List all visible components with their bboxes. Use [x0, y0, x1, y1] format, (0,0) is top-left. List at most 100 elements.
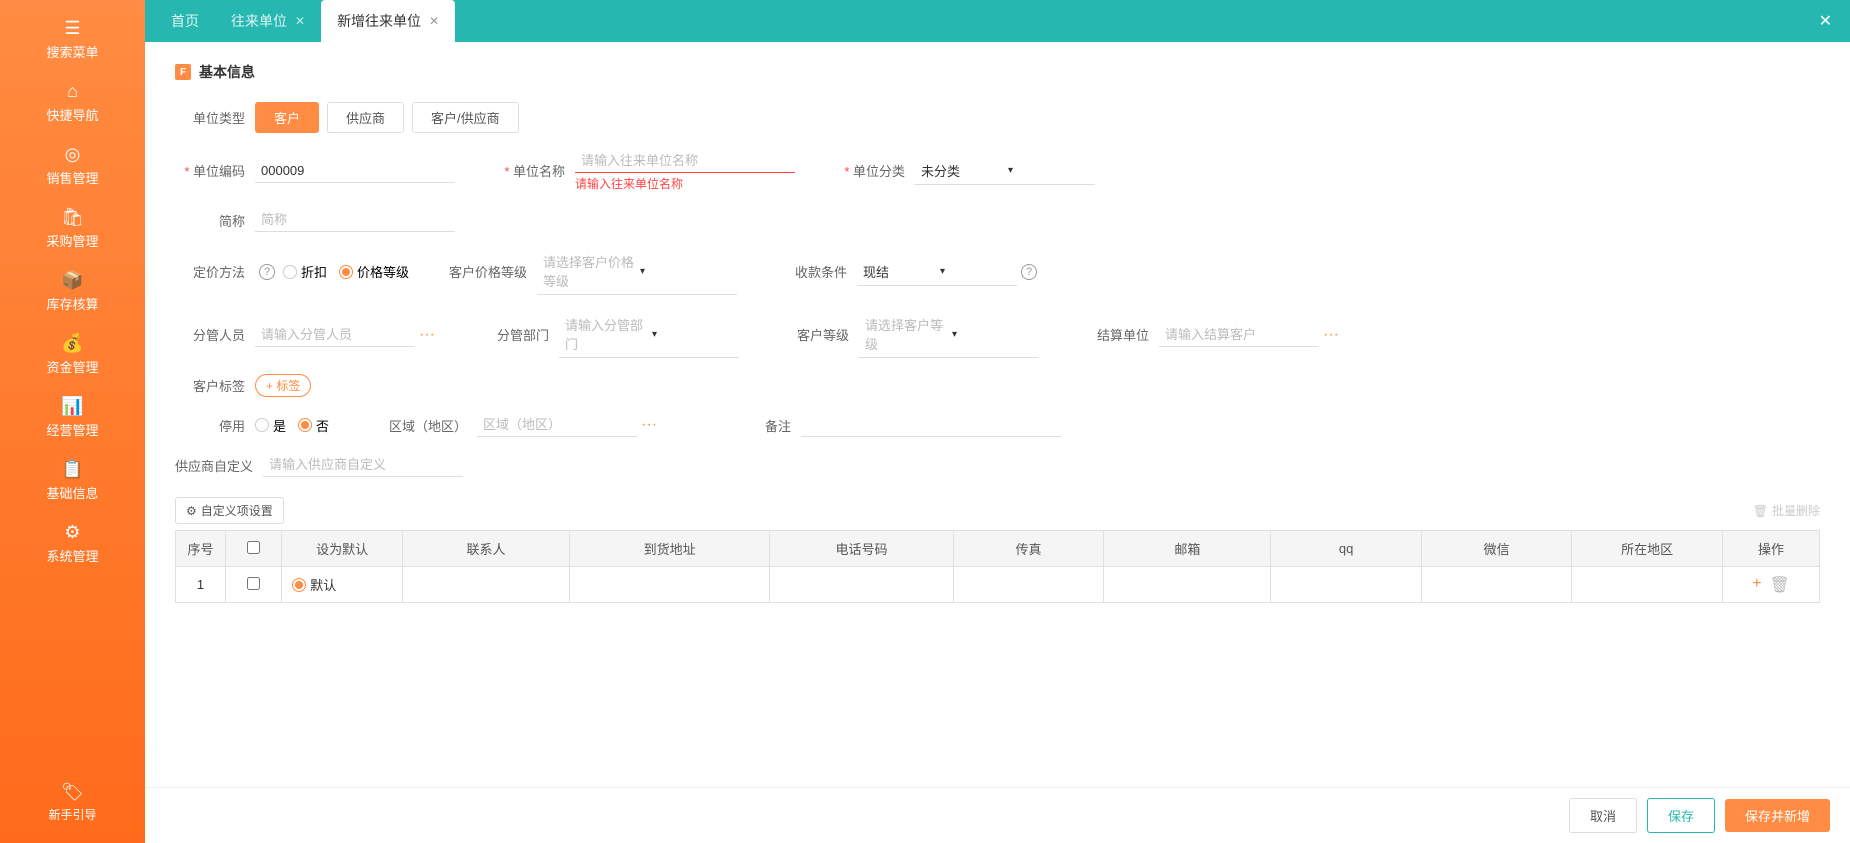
unit-category-value: 未分类 — [921, 161, 1002, 180]
pricing-level-radio[interactable]: 价格等级 — [339, 262, 409, 281]
default-radio[interactable]: 默认 — [292, 575, 392, 594]
unit-name-input[interactable] — [575, 149, 795, 173]
unit-category-chevron: ▾ — [1008, 165, 1089, 176]
row-checkbox[interactable] — [247, 577, 260, 590]
supervisor-input[interactable] — [255, 323, 415, 347]
customer-level-chevron: ▾ — [952, 329, 1033, 340]
sidebar-item-search-menu[interactable]: ☰ 搜索菜单 — [0, 8, 145, 71]
row-qq[interactable] — [1271, 567, 1422, 603]
pricing-method-field: 定价方法 ? 折扣 价格等级 — [175, 262, 409, 281]
payment-terms-field: 收款条件 现结 ▾ ? — [777, 258, 1037, 286]
col-check — [226, 531, 282, 567]
sidebar-item-operations[interactable]: 📊 经营管理 — [0, 386, 145, 449]
row-wechat[interactable] — [1421, 567, 1572, 603]
unit-code-input[interactable] — [255, 159, 455, 183]
email-input[interactable] — [1147, 573, 1227, 596]
sidebar-item-purchase[interactable]: 🛍 采购管理 — [0, 197, 145, 260]
supplier-custom-input[interactable] — [263, 453, 463, 477]
sidebar-item-basic-info[interactable]: 📋 基础信息 — [0, 449, 145, 512]
region-table-input[interactable] — [1612, 573, 1682, 596]
payment-terms-select[interactable]: 现结 ▾ — [857, 258, 1017, 286]
col-no: 序号 — [176, 531, 226, 567]
row-fax[interactable] — [953, 567, 1104, 603]
payment-terms-help-icon[interactable]: ? — [1021, 264, 1037, 280]
sidebar-item-sales[interactable]: ◎ 销售管理 — [0, 134, 145, 197]
pricing-discount-circle — [283, 265, 297, 279]
batch-delete-btn[interactable]: 🗑 批量删除 — [1753, 502, 1820, 519]
supervisor-more-btn[interactable]: ··· — [415, 326, 439, 344]
col-qq: qq — [1271, 531, 1422, 567]
tab-bar-close-button[interactable]: ✕ — [1811, 7, 1840, 35]
unit-category-select[interactable]: 未分类 ▾ — [915, 157, 1095, 185]
supervisor-label: 分管人员 — [175, 325, 255, 344]
cancel-button[interactable]: 取消 — [1569, 798, 1637, 833]
tab-add-partner-close[interactable]: ✕ — [429, 14, 439, 28]
sidebar-item-system[interactable]: ⚙ 系统管理 — [0, 512, 145, 575]
row-default: 默认 — [282, 567, 403, 603]
settlement-unit-input[interactable] — [1159, 323, 1319, 347]
inventory-icon: 📦 — [61, 270, 83, 291]
unit-type-customer-btn[interactable]: 客户 — [255, 102, 319, 133]
default-label: 默认 — [310, 575, 336, 594]
qq-input[interactable] — [1311, 573, 1381, 596]
save-new-button[interactable]: 保存并新增 — [1725, 799, 1830, 832]
sidebar-item-finance[interactable]: 💰 资金管理 — [0, 323, 145, 386]
tab-partner[interactable]: 往来单位 ✕ — [215, 0, 321, 42]
department-select[interactable]: 请输入分管部门 ▾ — [559, 311, 739, 358]
col-default: 设为默认 — [282, 531, 403, 567]
custom-settings-btn[interactable]: ⚙ 自定义项设置 — [175, 497, 284, 524]
disabled-yes-circle — [255, 418, 269, 432]
purchase-icon: 🛍 — [61, 207, 84, 228]
customer-price-chevron: ▾ — [640, 266, 731, 277]
payment-terms-chevron: ▾ — [940, 266, 1011, 277]
save-button[interactable]: 保存 — [1647, 798, 1715, 833]
select-all-checkbox[interactable] — [247, 541, 260, 554]
settlement-unit-more-btn[interactable]: ··· — [1319, 326, 1343, 344]
add-row-btn[interactable]: + — [1752, 575, 1761, 595]
sidebar-item-new-guide[interactable]: 🏷 新手引导 — [0, 772, 145, 833]
section-header: F 基本信息 — [175, 62, 1820, 82]
tab-partner-close[interactable]: ✕ — [295, 14, 305, 28]
disabled-yes-radio[interactable]: 是 — [255, 416, 286, 435]
tab-bar: 首页 往来单位 ✕ 新增往来单位 ✕ ✕ — [145, 0, 1850, 42]
sidebar-item-label: 基础信息 — [46, 483, 98, 502]
row-address[interactable] — [570, 567, 770, 603]
address-input[interactable] — [620, 573, 720, 596]
contact-input[interactable] — [446, 573, 526, 596]
sidebar-item-inventory[interactable]: 📦 库存核算 — [0, 260, 145, 323]
region-input[interactable] — [477, 413, 637, 437]
row-phone[interactable] — [770, 567, 954, 603]
sidebar-item-label: 资金管理 — [46, 357, 98, 376]
alias-input[interactable] — [255, 208, 455, 232]
delete-row-btn[interactable]: 🗑 — [1769, 575, 1789, 595]
pricing-method-help-icon[interactable]: ? — [259, 264, 275, 280]
content-area: F 基本信息 单位类型 客户 供应商 客户/供应商 单位编码 单位名称 请输入往… — [145, 42, 1850, 787]
unit-type-both-btn[interactable]: 客户/供应商 — [412, 102, 519, 133]
sidebar-item-label: 采购管理 — [46, 231, 98, 250]
add-tag-btn[interactable]: + 标签 — [255, 374, 311, 397]
payment-terms-value: 现结 — [863, 262, 934, 281]
tab-add-partner-label: 新增往来单位 — [337, 11, 421, 31]
region-more-btn[interactable]: ··· — [637, 416, 661, 434]
quick-nav-icon: ⌂ — [67, 81, 78, 102]
fax-input[interactable] — [994, 573, 1064, 596]
remarks-input[interactable] — [801, 413, 1061, 437]
row-email[interactable] — [1104, 567, 1271, 603]
tab-home[interactable]: 首页 — [155, 0, 215, 42]
supplier-custom-label: 供应商自定义 — [175, 456, 263, 475]
customer-level-select[interactable]: 请选择客户等级 ▾ — [859, 311, 1039, 358]
section-icon: F — [175, 64, 191, 80]
row-region[interactable] — [1572, 567, 1723, 603]
row-check[interactable] — [226, 567, 282, 603]
disabled-no-radio[interactable]: 否 — [298, 416, 329, 435]
pricing-discount-radio[interactable]: 折扣 — [283, 262, 327, 281]
sidebar-item-quick-nav[interactable]: ⌂ 快捷导航 — [0, 71, 145, 134]
unit-type-supplier-btn[interactable]: 供应商 — [327, 102, 404, 133]
col-address: 到货地址 — [570, 531, 770, 567]
row-contact[interactable] — [403, 567, 570, 603]
phone-input[interactable] — [817, 573, 907, 596]
tab-add-partner[interactable]: 新增往来单位 ✕ — [321, 0, 455, 42]
customer-price-level-select[interactable]: 请选择客户价格等级 ▾ — [537, 248, 737, 295]
wechat-input[interactable] — [1462, 573, 1532, 596]
disabled-row: 停用 是 否 区域（地区） ··· — [175, 413, 1820, 437]
